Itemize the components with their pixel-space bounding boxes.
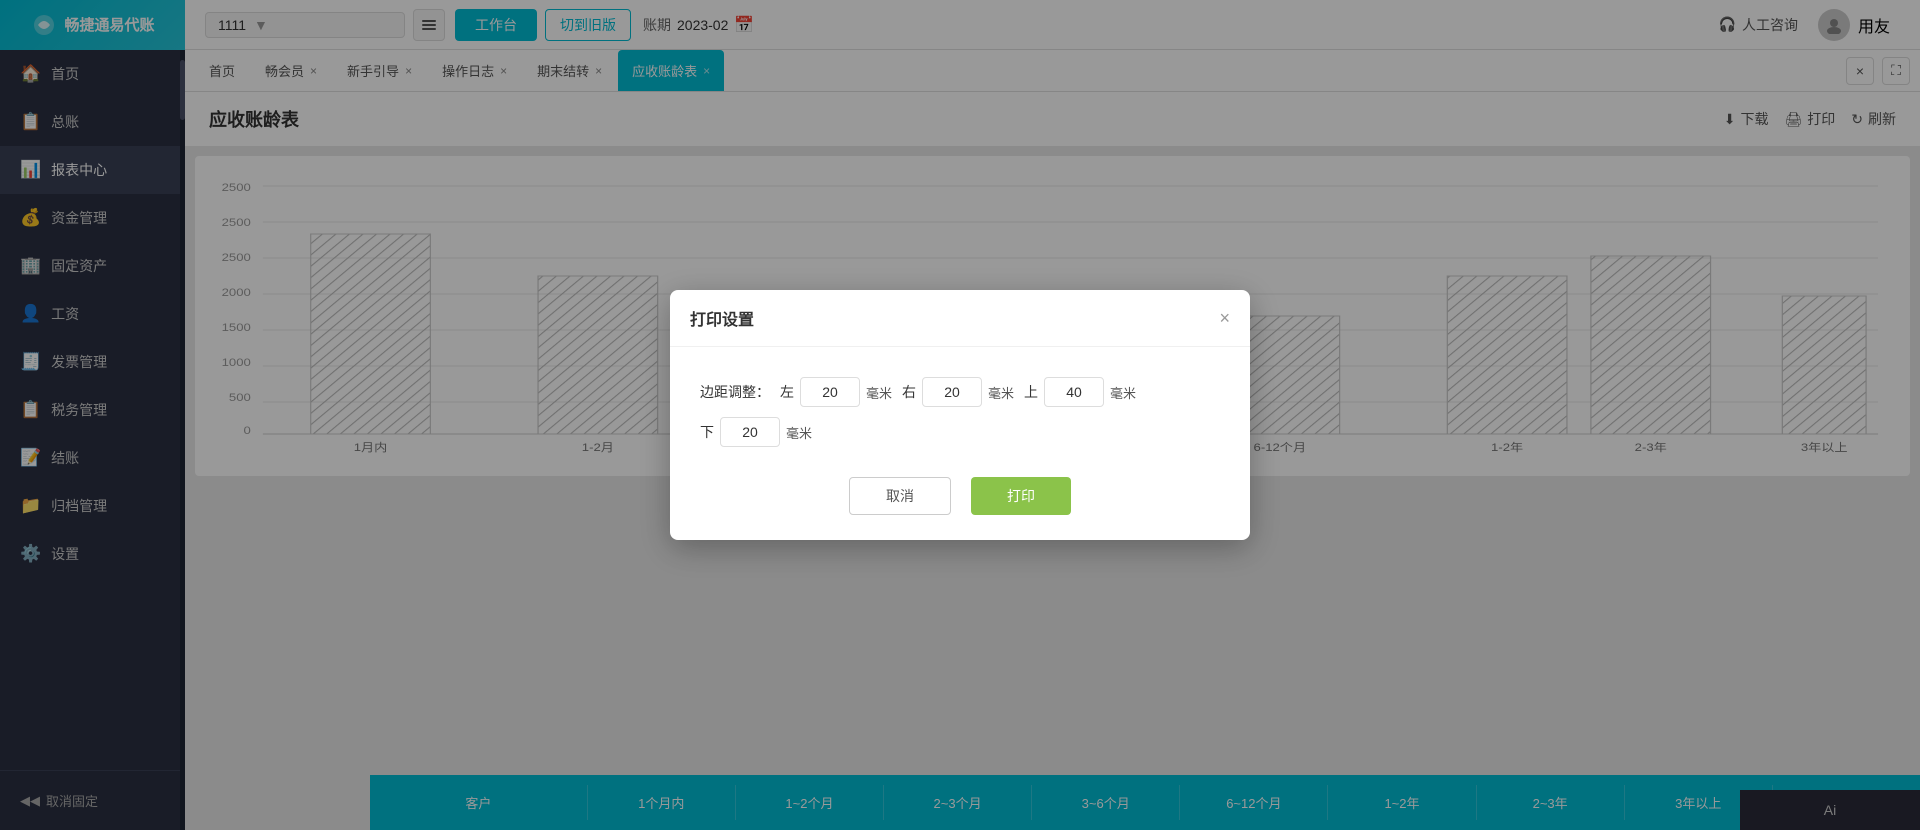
margin-right-group: 右 毫米: [902, 377, 1014, 407]
margin-top-label: 上: [1024, 382, 1038, 402]
margin-bottom-group: 下 毫米: [700, 417, 812, 447]
dialog-header: 打印设置 ×: [670, 290, 1250, 347]
margin-left-label: 左: [780, 382, 794, 402]
dialog-footer: 取消 打印: [670, 467, 1250, 540]
margin-bottom-label: 下: [700, 422, 714, 442]
margin-top-unit: 毫米: [1110, 383, 1136, 402]
dialog-close-btn[interactable]: ×: [1219, 309, 1230, 327]
margin-bottom-input[interactable]: [720, 417, 780, 447]
dialog-title: 打印设置: [690, 306, 754, 330]
margin-left-input[interactable]: [800, 377, 860, 407]
margin-adjust-label: 边距调整：: [700, 382, 770, 402]
margin-left-group: 左 毫米: [780, 377, 892, 407]
margin-right-input[interactable]: [922, 377, 982, 407]
margin-row: 边距调整： 左 毫米 右 毫米 上 毫米 下: [700, 377, 1220, 447]
margin-top-group: 上 毫米: [1024, 377, 1136, 407]
cancel-button[interactable]: 取消: [849, 477, 951, 515]
margin-right-unit: 毫米: [988, 383, 1014, 402]
confirm-print-button[interactable]: 打印: [971, 477, 1071, 515]
margin-right-label: 右: [902, 382, 916, 402]
dialog-overlay[interactable]: 打印设置 × 边距调整： 左 毫米 右 毫米 上 毫米: [0, 0, 1920, 830]
margin-bottom-unit: 毫米: [786, 423, 812, 442]
print-settings-dialog: 打印设置 × 边距调整： 左 毫米 右 毫米 上 毫米: [670, 290, 1250, 540]
dialog-body: 边距调整： 左 毫米 右 毫米 上 毫米 下: [670, 347, 1250, 467]
margin-top-input[interactable]: [1044, 377, 1104, 407]
margin-left-unit: 毫米: [866, 383, 892, 402]
